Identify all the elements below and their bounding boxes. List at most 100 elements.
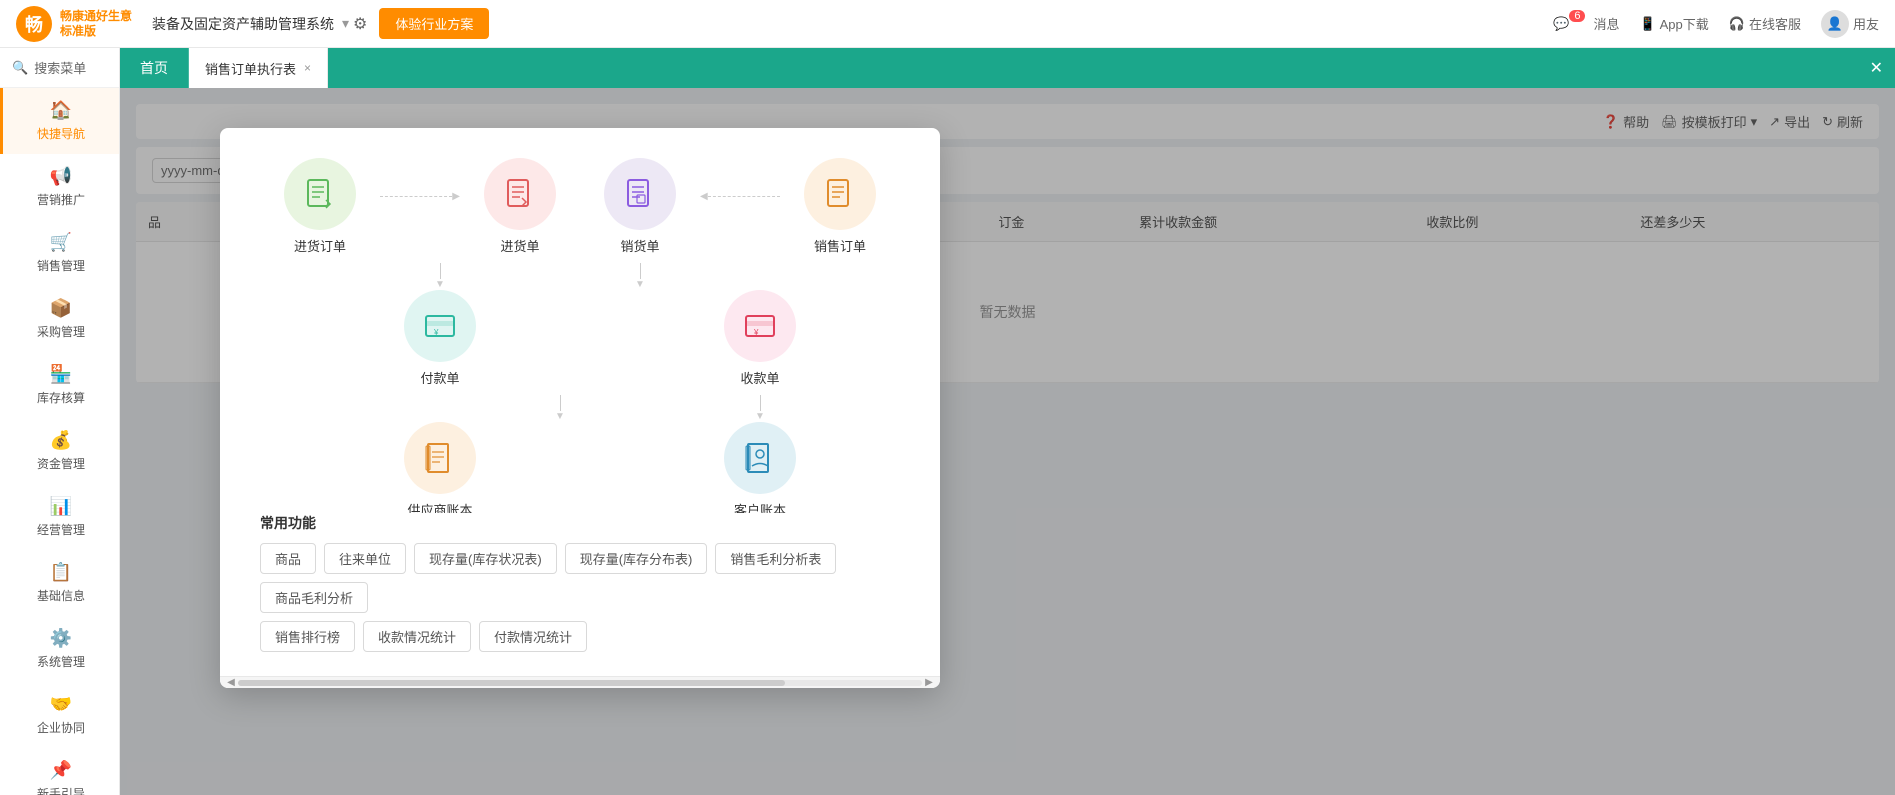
sidebar-label-system: 系统管理 xyxy=(37,653,85,670)
sidebar-label-marketing: 营销推广 xyxy=(37,191,85,208)
sidebar-item-marketing[interactable]: 📢 营销推广 xyxy=(0,154,119,220)
flow-node-receipt[interactable]: ¥ 收款单 xyxy=(700,290,820,387)
func-btn-stock-dist[interactable]: 现存量(库存分布表) xyxy=(565,543,708,574)
common-functions-title: 常用功能 xyxy=(260,513,900,533)
func-btns-row-1: 商品 往来单位 现存量(库存状况表) 现存量(库存分布表) 销售毛利分析表 商品… xyxy=(260,543,900,613)
user-menu-button[interactable]: 👤 用友 xyxy=(1821,10,1879,38)
message-icon: 💬 xyxy=(1553,16,1569,32)
modal-scrollbar[interactable]: ◀ ▶ xyxy=(220,676,940,688)
common-functions-section: 常用功能 商品 往来单位 现存量(库存状况表) 现存量(库存分布表) 销售毛利分… xyxy=(220,513,940,676)
page-content: ❓ 帮助 🖨 按模板打印 ▾ ↗ 导出 ↻ 刷新 xyxy=(120,88,1895,795)
modal-overlay: 进货订单 ▶ xyxy=(120,88,1895,795)
quick-nav-modal: 进货订单 ▶ xyxy=(220,128,940,688)
tab-bar-close-button[interactable]: ✕ xyxy=(1870,58,1883,78)
scrollbar-thumb xyxy=(238,680,785,686)
top-header: 畅 畅康通好生意 标准版 装备及固定资产辅助管理系统 ▾ ⚙ 体验行业方案 💬 … xyxy=(0,0,1895,48)
payment-icon: ¥ xyxy=(404,290,476,362)
sales-bill-icon xyxy=(604,158,676,230)
flow-node-sales-order[interactable]: 销售订单 xyxy=(780,158,900,255)
func-btn-stock-status[interactable]: 现存量(库存状况表) xyxy=(414,543,557,574)
tab-bar: 首页 销售订单执行表 × ✕ xyxy=(120,48,1895,88)
scroll-right-arrow[interactable]: ▶ xyxy=(922,677,936,688)
message-badge: 6 xyxy=(1569,10,1585,22)
box-icon: 📦 xyxy=(50,298,72,319)
svg-text:¥: ¥ xyxy=(433,328,439,337)
flow-node-sales-bill[interactable]: 销货单 xyxy=(580,158,700,255)
sidebar-label-basic-info: 基础信息 xyxy=(37,587,85,604)
megaphone-icon: 📢 xyxy=(50,166,72,187)
sidebar-item-guide[interactable]: 📌 新手引导 xyxy=(0,748,119,795)
receipt-label: 收款单 xyxy=(740,368,779,387)
func-btn-product-gross[interactable]: 商品毛利分析 xyxy=(260,582,368,613)
sidebar-label-sales: 销售管理 xyxy=(37,257,85,274)
cart-icon: 🛒 xyxy=(50,232,72,253)
tab-home[interactable]: 首页 xyxy=(120,48,189,88)
handshake-icon: 🤝 xyxy=(50,694,72,715)
sidebar-item-inventory[interactable]: 🏪 库存核算 xyxy=(0,352,119,418)
message-button[interactable]: 💬 6 消息 xyxy=(1553,14,1619,33)
sales-bill-label: 销货单 xyxy=(620,236,659,255)
clipboard-icon: 📋 xyxy=(50,562,72,583)
content-area: 首页 销售订单执行表 × ✕ ❓ 帮助 🖨 按模板打印 ▾ xyxy=(120,48,1895,795)
sidebar-label-operations: 经营管理 xyxy=(37,521,85,538)
sidebar-item-operations[interactable]: 📊 经营管理 xyxy=(0,484,119,550)
svg-text:¥: ¥ xyxy=(753,328,759,337)
payment-label: 付款单 xyxy=(420,368,459,387)
purchase-order-icon xyxy=(284,158,356,230)
purchase-order-label: 进货订单 xyxy=(294,236,346,255)
headset-icon: 🎧 xyxy=(1729,16,1745,32)
func-btn-product[interactable]: 商品 xyxy=(260,543,316,574)
search-icon: 🔍 xyxy=(12,60,28,76)
flow-node-customer-ledger[interactable]: 客户账本 xyxy=(700,422,820,513)
flow-node-purchase-bill[interactable]: 进货单 xyxy=(460,158,580,255)
sidebar-item-finance[interactable]: 💰 资金管理 xyxy=(0,418,119,484)
tab-sales-order[interactable]: 销售订单执行表 × xyxy=(189,48,328,88)
supplier-ledger-label: 供应商账本 xyxy=(407,500,472,513)
scrollbar-track[interactable] xyxy=(238,680,922,686)
func-btns-row-2: 销售排行榜 收款情况统计 付款情况统计 xyxy=(260,621,900,652)
system-title-area: 装备及固定资产辅助管理系统 ▾ xyxy=(152,14,349,34)
logo-text: 畅康通好生意 标准版 xyxy=(60,9,132,38)
pin-icon: 📌 xyxy=(50,760,72,781)
customer-ledger-label: 客户账本 xyxy=(734,500,786,513)
purchase-bill-label: 进货单 xyxy=(500,236,539,255)
sidebar-label-inventory: 库存核算 xyxy=(37,389,85,406)
app-download-button[interactable]: 📱 App下载 xyxy=(1639,14,1708,33)
sidebar-label-finance: 资金管理 xyxy=(37,455,85,472)
sidebar-label-guide: 新手引导 xyxy=(37,785,85,795)
receipt-icon: ¥ xyxy=(724,290,796,362)
sidebar-label-enterprise: 企业协同 xyxy=(37,719,85,736)
money-icon: 💰 xyxy=(50,430,72,451)
sales-order-label: 销售订单 xyxy=(814,236,866,255)
purchase-bill-icon xyxy=(484,158,556,230)
online-service-button[interactable]: 🎧 在线客服 xyxy=(1729,14,1801,33)
store-icon: 🏪 xyxy=(50,364,72,385)
sidebar-item-enterprise[interactable]: 🤝 企业协同 xyxy=(0,682,119,748)
supplier-ledger-icon xyxy=(404,422,476,494)
tab-label-sales-order: 销售订单执行表 xyxy=(205,59,296,78)
func-btn-payment-stats[interactable]: 付款情况统计 xyxy=(479,621,587,652)
search-menu-button[interactable]: 🔍 搜索菜单 xyxy=(0,48,119,88)
dropdown-icon[interactable]: ▾ xyxy=(342,15,349,32)
func-btn-sales-rank[interactable]: 销售排行榜 xyxy=(260,621,355,652)
sidebar-item-quick-nav[interactable]: 🏠 快捷导航 xyxy=(0,88,119,154)
trial-button[interactable]: 体验行业方案 xyxy=(379,8,489,39)
settings-button[interactable]: ⚙ xyxy=(349,10,371,38)
func-btn-partner[interactable]: 往来单位 xyxy=(324,543,406,574)
customer-ledger-icon xyxy=(724,422,796,494)
chart-icon: 📊 xyxy=(50,496,72,517)
home-icon: 🏠 xyxy=(50,100,72,121)
flow-node-supplier-ledger[interactable]: 供应商账本 xyxy=(380,422,500,513)
header-right: 💬 6 消息 📱 App下载 🎧 在线客服 👤 用友 xyxy=(1553,10,1879,38)
search-menu-label: 搜索菜单 xyxy=(34,58,86,77)
sidebar-item-basic-info[interactable]: 📋 基础信息 xyxy=(0,550,119,616)
scroll-left-arrow[interactable]: ◀ xyxy=(224,677,238,688)
sidebar-item-purchase[interactable]: 📦 采购管理 xyxy=(0,286,119,352)
sidebar-item-system[interactable]: ⚙️ 系统管理 xyxy=(0,616,119,682)
sidebar-item-sales[interactable]: 🛒 销售管理 xyxy=(0,220,119,286)
flow-node-payment[interactable]: ¥ 付款单 xyxy=(380,290,500,387)
tab-close-button[interactable]: × xyxy=(304,61,311,75)
flow-node-purchase-order[interactable]: 进货订单 xyxy=(260,158,380,255)
func-btn-sales-gross[interactable]: 销售毛利分析表 xyxy=(715,543,836,574)
func-btn-receipt-stats[interactable]: 收款情况统计 xyxy=(363,621,471,652)
